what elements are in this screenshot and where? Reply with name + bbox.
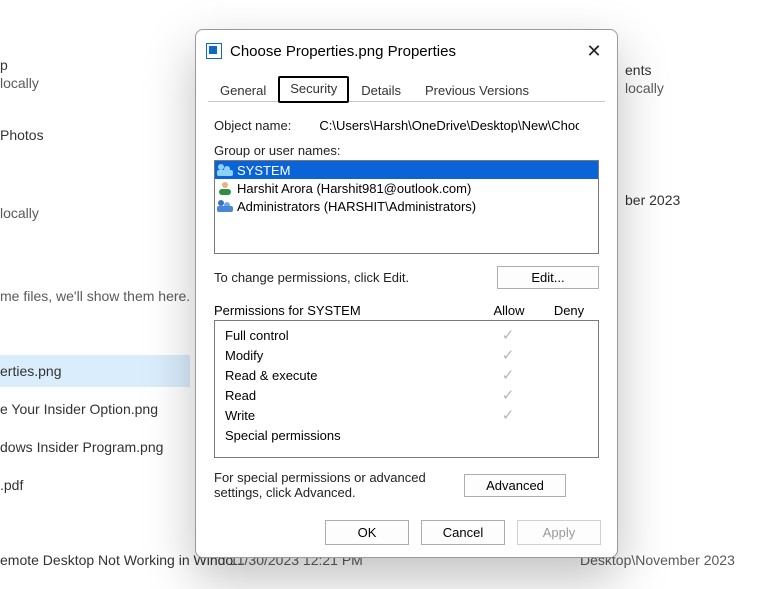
advanced-hint: For special permissions or advanced sett…	[214, 470, 464, 500]
permission-row: Full control✓	[215, 325, 598, 345]
bg-row: Photos	[0, 127, 44, 143]
apply-button[interactable]: Apply	[517, 520, 601, 545]
tab-security[interactable]: Security	[278, 76, 349, 103]
titlebar[interactable]: Choose Properties.png Properties ✕	[196, 30, 617, 66]
bg-row: locally	[0, 205, 39, 221]
ok-button[interactable]: OK	[325, 520, 409, 545]
principal-admins[interactable]: Administrators (HARSHIT\Administrators)	[215, 197, 598, 215]
principal-label: Administrators (HARSHIT\Administrators)	[237, 199, 476, 214]
edit-hint: To change permissions, click Edit.	[214, 270, 497, 285]
principal-system[interactable]: SYSTEM	[215, 161, 598, 179]
tab-bar: General Security Details Previous Versio…	[208, 78, 605, 102]
permission-name: Special permissions	[215, 428, 478, 443]
deny-header: Deny	[539, 303, 599, 318]
window-title: Choose Properties.png Properties	[230, 43, 456, 60]
bg-row[interactable]: .pdf	[0, 477, 23, 493]
user-icon	[217, 180, 233, 196]
bg-right: locally	[625, 80, 664, 96]
allow-check-icon: ✓	[478, 386, 538, 404]
tab-previous-versions[interactable]: Previous Versions	[413, 79, 541, 102]
allow-check-icon: ✓	[478, 406, 538, 424]
permission-name: Read & execute	[215, 368, 478, 383]
bg-row: p	[0, 57, 8, 73]
permission-name: Modify	[215, 348, 478, 363]
permission-row: Read✓	[215, 385, 598, 405]
properties-dialog: Choose Properties.png Properties ✕ Gener…	[195, 29, 618, 558]
permission-row: Read & execute✓	[215, 365, 598, 385]
permission-row: Special permissions	[215, 425, 598, 445]
allow-check-icon: ✓	[478, 346, 538, 364]
bg-row: locally	[0, 75, 39, 91]
bg-right: ber 2023	[625, 192, 680, 208]
object-name-value: C:\Users\Harsh\OneDrive\Desktop\New\Choo…	[319, 118, 579, 133]
permission-name: Full control	[215, 328, 478, 343]
bg-row: me files, we'll show them here.	[0, 288, 190, 304]
bg-right: ents	[625, 62, 651, 78]
group-icon	[217, 162, 233, 178]
permission-row: Modify✓	[215, 345, 598, 365]
cancel-button[interactable]: Cancel	[421, 520, 505, 545]
tab-general[interactable]: General	[208, 79, 278, 102]
tab-details[interactable]: Details	[349, 79, 413, 102]
allow-header: Allow	[479, 303, 539, 318]
edit-button[interactable]: Edit...	[497, 266, 599, 289]
permission-name: Read	[215, 388, 478, 403]
close-icon[interactable]: ✕	[581, 41, 607, 62]
window-icon	[206, 43, 222, 59]
permissions-box: Full control✓Modify✓Read & execute✓Read✓…	[214, 320, 599, 458]
bg-row[interactable]: erties.png	[0, 363, 61, 379]
principals-list[interactable]: SYSTEM Harshit Arora (Harshit981@outlook…	[214, 160, 599, 254]
group-icon	[217, 198, 233, 214]
permission-row: Write✓	[215, 405, 598, 425]
principal-user[interactable]: Harshit Arora (Harshit981@outlook.com)	[215, 179, 598, 197]
bg-row[interactable]: e Your Insider Option.png	[0, 401, 158, 417]
allow-check-icon: ✓	[478, 366, 538, 384]
permission-name: Write	[215, 408, 478, 423]
principal-label: Harshit Arora (Harshit981@outlook.com)	[237, 181, 471, 196]
allow-check-icon: ✓	[478, 326, 538, 344]
bg-row[interactable]: dows Insider Program.png	[0, 439, 163, 455]
object-name-label: Object name:	[214, 118, 291, 133]
principal-label: SYSTEM	[237, 163, 290, 178]
advanced-button[interactable]: Advanced	[464, 474, 566, 497]
group-user-label: Group or user names:	[214, 143, 599, 158]
permissions-header: Permissions for SYSTEM	[214, 303, 479, 318]
